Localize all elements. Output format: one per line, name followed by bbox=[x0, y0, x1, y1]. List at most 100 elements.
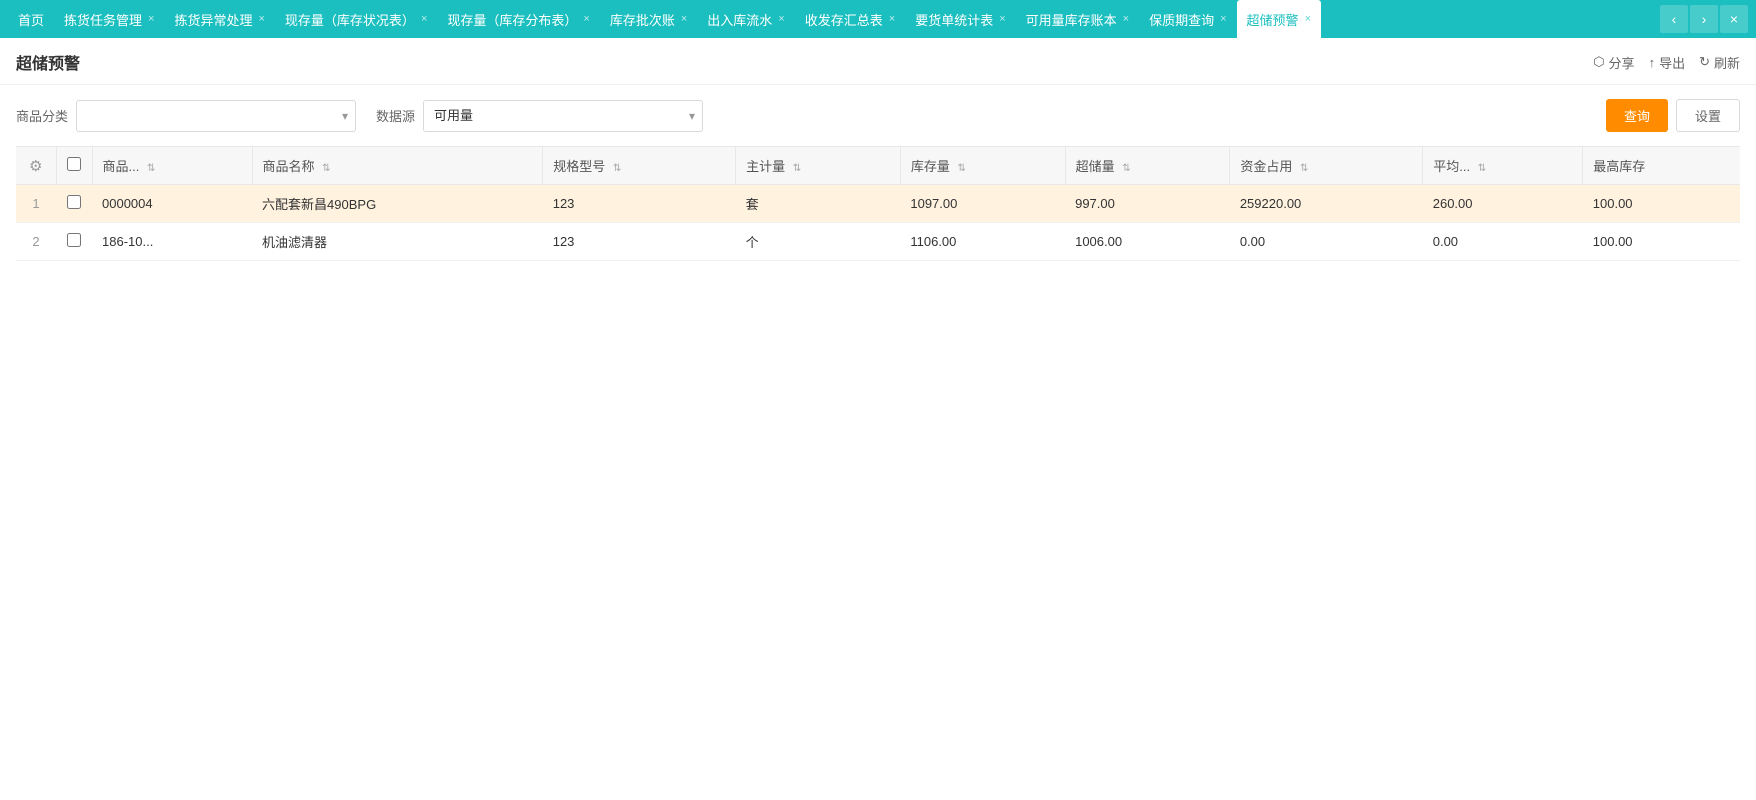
row-index-0: 1 bbox=[16, 185, 56, 223]
table-header-row: ⚙ 商品... ⇅ 商品名称 ⇅ 规格型号 ⇅ bbox=[16, 147, 1740, 185]
sort-over-stock-icon[interactable]: ⇅ bbox=[1122, 163, 1130, 174]
commodity-class-filter: 商品分类 ▾ bbox=[16, 100, 356, 132]
close-tab-9-icon[interactable]: × bbox=[1220, 13, 1226, 25]
nav-tab-10[interactable]: 超储预警 × bbox=[1237, 0, 1321, 38]
col-header-product-name[interactable]: 商品名称 ⇅ bbox=[252, 147, 543, 185]
row-stock-0: 1097.00 bbox=[900, 185, 1065, 223]
sort-product-code-icon[interactable]: ⇅ bbox=[147, 163, 155, 174]
col-header-spec[interactable]: 规格型号 ⇅ bbox=[543, 147, 736, 185]
nav-tab-8[interactable]: 可用量库存账本 × bbox=[1016, 0, 1139, 38]
main-content: 超储预警 ⬡ 分享 ↑ 导出 ↻ 刷新 商品分类 ▾ bbox=[0, 38, 1756, 800]
sort-spec-icon[interactable]: ⇅ bbox=[613, 163, 621, 174]
page-title: 超储预警 bbox=[16, 50, 80, 74]
header-actions: ⬡ 分享 ↑ 导出 ↻ 刷新 bbox=[1593, 53, 1740, 72]
filter-action-buttons: 查询 设置 bbox=[1606, 99, 1740, 132]
col-header-unit[interactable]: 主计量 ⇅ bbox=[736, 147, 901, 185]
nav-tab-6[interactable]: 收发存汇总表 × bbox=[795, 0, 905, 38]
refresh-icon: ↻ bbox=[1699, 54, 1710, 70]
filter-area: 商品分类 ▾ 数据源 可用量 库存量 ▾ 查询 设置 bbox=[0, 85, 1756, 146]
nav-tab-0[interactable]: 拣货任务管理 × bbox=[54, 0, 164, 38]
row-over-stock-1: 1006.00 bbox=[1065, 223, 1230, 261]
query-button[interactable]: 查询 bbox=[1606, 99, 1668, 132]
row-stock-1: 1106.00 bbox=[900, 223, 1065, 261]
row-max-stock-1: 100.00 bbox=[1583, 223, 1740, 261]
close-tab-3-icon[interactable]: × bbox=[583, 13, 589, 25]
row-max-stock-0: 100.00 bbox=[1583, 185, 1740, 223]
nav-tab-9[interactable]: 保质期查询 × bbox=[1139, 0, 1236, 38]
col-header-stock[interactable]: 库存量 ⇅ bbox=[900, 147, 1065, 185]
row-spec-0: 123 bbox=[543, 185, 736, 223]
row-product-code-1: 186-10... bbox=[92, 223, 252, 261]
col-header-checkbox[interactable] bbox=[56, 147, 92, 185]
table-row: 2 186-10... 机油滤清器 123 个 1106.00 1006.00 … bbox=[16, 223, 1740, 261]
export-button[interactable]: ↑ 导出 bbox=[1649, 53, 1686, 72]
col-header-settings[interactable]: ⚙ bbox=[16, 147, 56, 185]
row-avg-0: 260.00 bbox=[1423, 185, 1583, 223]
table-body: 1 0000004 六配套新昌490BPG 123 套 1097.00 997.… bbox=[16, 185, 1740, 261]
row-product-code-0: 0000004 bbox=[92, 185, 252, 223]
row-capital-1: 0.00 bbox=[1230, 223, 1423, 261]
sort-unit-icon[interactable]: ⇅ bbox=[793, 163, 801, 174]
refresh-button[interactable]: ↻ 刷新 bbox=[1699, 53, 1740, 72]
row-product-name-0: 六配套新昌490BPG bbox=[252, 185, 543, 223]
data-source-filter: 数据源 可用量 库存量 ▾ bbox=[376, 100, 703, 132]
close-tab-10-icon[interactable]: × bbox=[1305, 13, 1311, 25]
settings-button[interactable]: 设置 bbox=[1676, 99, 1740, 132]
nav-tab-7[interactable]: 要货单统计表 × bbox=[905, 0, 1015, 38]
close-tab-6-icon[interactable]: × bbox=[889, 13, 895, 25]
col-header-product-code[interactable]: 商品... ⇅ bbox=[92, 147, 252, 185]
share-button[interactable]: ⬡ 分享 bbox=[1593, 53, 1634, 72]
close-tab-2-icon[interactable]: × bbox=[421, 13, 427, 25]
sort-stock-icon[interactable]: ⇅ bbox=[958, 163, 966, 174]
select-all-checkbox[interactable] bbox=[67, 157, 81, 171]
col-header-avg[interactable]: 平均... ⇅ bbox=[1423, 147, 1583, 185]
row-checkbox-0[interactable] bbox=[67, 195, 81, 209]
table-row: 1 0000004 六配套新昌490BPG 123 套 1097.00 997.… bbox=[16, 185, 1740, 223]
close-tab-7-icon[interactable]: × bbox=[999, 13, 1005, 25]
close-tab-8-icon[interactable]: × bbox=[1123, 13, 1129, 25]
sort-avg-icon[interactable]: ⇅ bbox=[1478, 163, 1486, 174]
nav-close-all-btn[interactable]: × bbox=[1720, 5, 1748, 33]
row-product-name-1: 机油滤清器 bbox=[252, 223, 543, 261]
row-avg-1: 0.00 bbox=[1423, 223, 1583, 261]
commodity-class-select[interactable] bbox=[76, 100, 356, 132]
row-over-stock-0: 997.00 bbox=[1065, 185, 1230, 223]
nav-tab-5[interactable]: 出入库流水 × bbox=[697, 0, 794, 38]
row-checkbox-cell-0[interactable] bbox=[56, 185, 92, 223]
col-header-max-stock[interactable]: 最高库存 bbox=[1583, 147, 1740, 185]
row-unit-0: 套 bbox=[736, 185, 901, 223]
row-checkbox-cell-1[interactable] bbox=[56, 223, 92, 261]
commodity-class-select-wrapper: ▾ bbox=[76, 100, 356, 132]
close-tab-5-icon[interactable]: × bbox=[778, 13, 784, 25]
nav-next-btn[interactable]: › bbox=[1690, 5, 1718, 33]
row-index-1: 2 bbox=[16, 223, 56, 261]
data-source-select[interactable]: 可用量 库存量 bbox=[423, 100, 703, 132]
close-tab-1-icon[interactable]: × bbox=[258, 13, 264, 25]
nav-tab-1[interactable]: 拣货异常处理 × bbox=[164, 0, 274, 38]
col-header-capital[interactable]: 资金占用 ⇅ bbox=[1230, 147, 1423, 185]
sort-product-name-icon[interactable]: ⇅ bbox=[322, 163, 330, 174]
export-icon: ↑ bbox=[1649, 55, 1656, 70]
row-unit-1: 个 bbox=[736, 223, 901, 261]
settings-gear-icon[interactable]: ⚙ bbox=[29, 158, 42, 175]
nav-tab-4[interactable]: 库存批次账 × bbox=[600, 0, 697, 38]
row-checkbox-1[interactable] bbox=[67, 233, 81, 247]
share-icon: ⬡ bbox=[1593, 54, 1604, 70]
nav-home[interactable]: 首页 bbox=[8, 0, 54, 38]
commodity-class-label: 商品分类 bbox=[16, 106, 68, 125]
table-container: ⚙ 商品... ⇅ 商品名称 ⇅ 规格型号 ⇅ bbox=[0, 146, 1756, 261]
row-capital-0: 259220.00 bbox=[1230, 185, 1423, 223]
data-source-select-wrapper: 可用量 库存量 ▾ bbox=[423, 100, 703, 132]
nav-tab-2[interactable]: 现存量（库存状况表） × bbox=[275, 0, 437, 38]
nav-prev-btn[interactable]: ‹ bbox=[1660, 5, 1688, 33]
col-header-over-stock[interactable]: 超储量 ⇅ bbox=[1065, 147, 1230, 185]
data-source-label: 数据源 bbox=[376, 106, 415, 125]
close-tab-4-icon[interactable]: × bbox=[681, 13, 687, 25]
nav-tab-3[interactable]: 现存量（库存分布表） × bbox=[437, 0, 599, 38]
row-spec-1: 123 bbox=[543, 223, 736, 261]
nav-arrows: ‹ › × bbox=[1658, 5, 1748, 33]
top-nav: 首页 拣货任务管理 × 拣货异常处理 × 现存量（库存状况表） × 现存量（库存… bbox=[0, 0, 1756, 38]
close-tab-0-icon[interactable]: × bbox=[148, 13, 154, 25]
page-header: 超储预警 ⬡ 分享 ↑ 导出 ↻ 刷新 bbox=[0, 38, 1756, 85]
sort-capital-icon[interactable]: ⇅ bbox=[1300, 163, 1308, 174]
